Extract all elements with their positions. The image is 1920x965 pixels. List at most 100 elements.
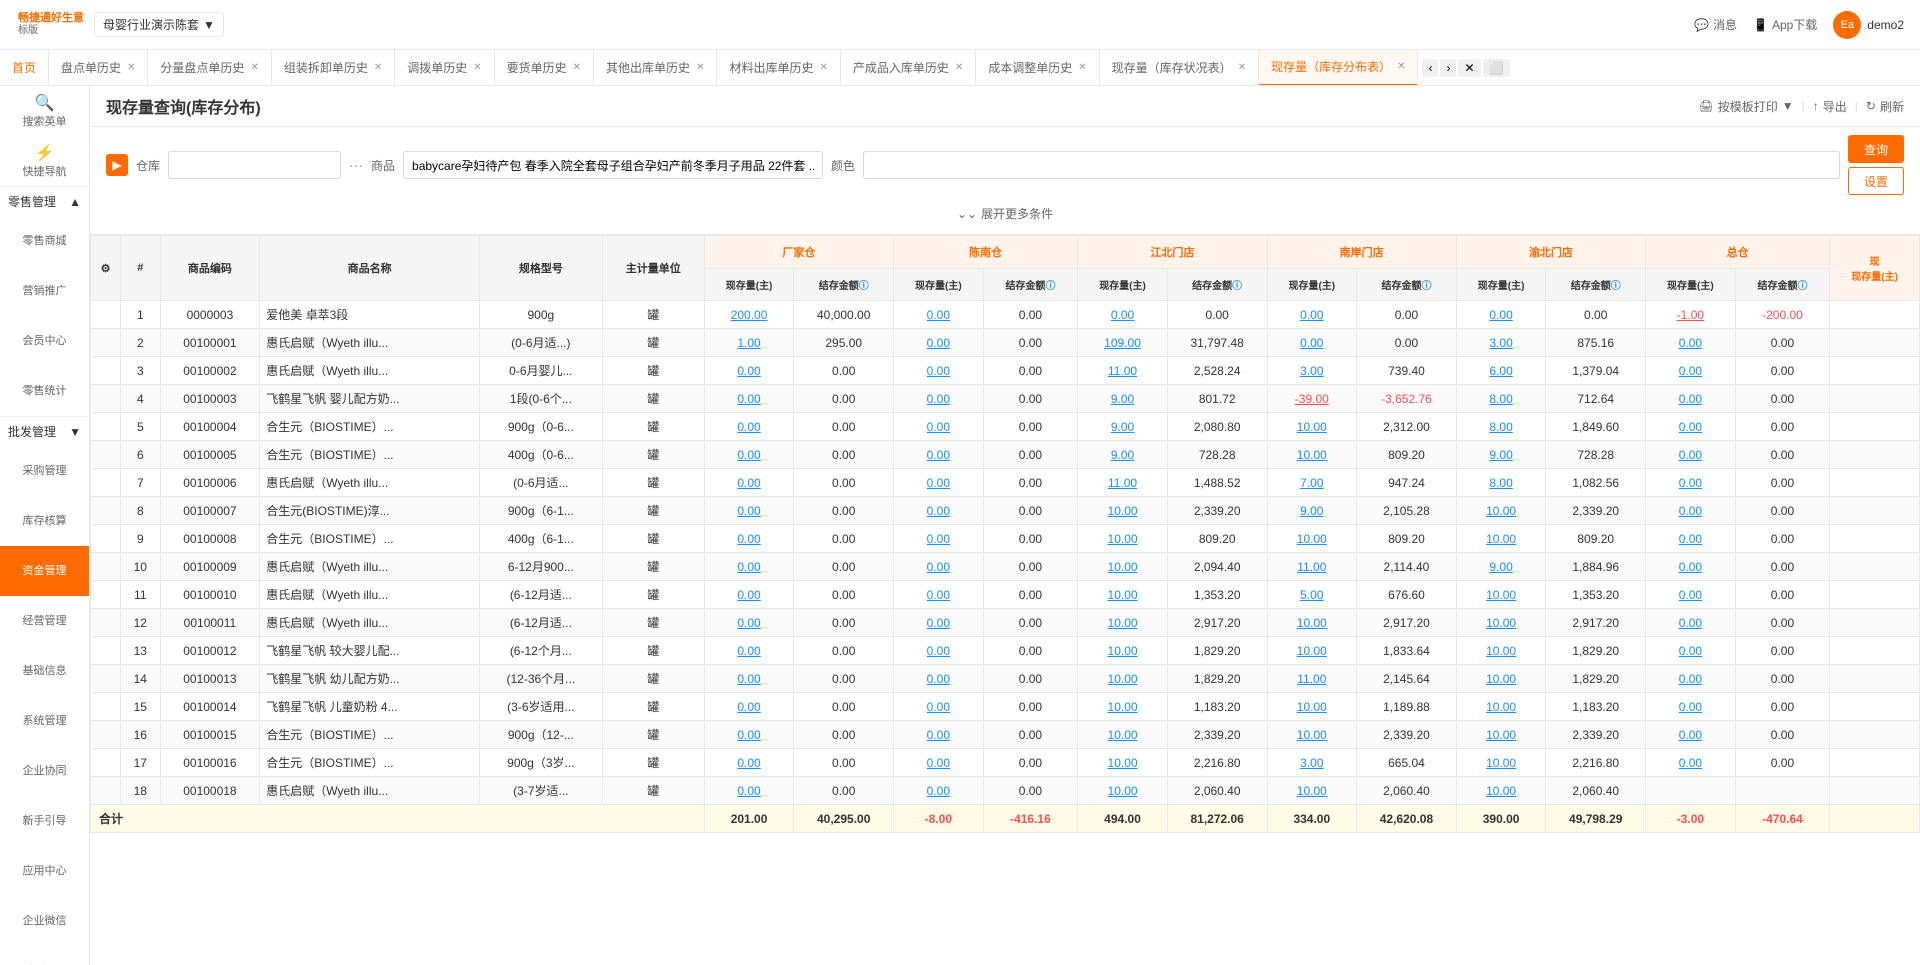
- row-settings[interactable]: [91, 329, 121, 357]
- tab-2[interactable]: 分量盘点单历史 ✕: [148, 50, 271, 86]
- row-settings[interactable]: [91, 497, 121, 525]
- row-yubei-qty[interactable]: 8.00: [1456, 385, 1546, 413]
- row-yubei-qty[interactable]: 10.00: [1456, 693, 1546, 721]
- row-yubei-qty[interactable]: 10.00: [1456, 609, 1546, 637]
- row-total-qty[interactable]: 0.00: [1646, 693, 1736, 721]
- expand-conditions-btn[interactable]: ⌄⌄ 展开更多条件: [957, 205, 1053, 222]
- row-jiangbei-qty[interactable]: 10.00: [1078, 721, 1168, 749]
- warehouse-input[interactable]: [168, 151, 341, 179]
- row-yubei-qty[interactable]: 10.00: [1456, 749, 1546, 777]
- sidebar-wholesale-header[interactable]: 批发管理 ▼: [0, 416, 89, 446]
- row-factory-qty[interactable]: 0.00: [704, 665, 794, 693]
- row-yubei-qty[interactable]: 10.00: [1456, 721, 1546, 749]
- row-total-qty[interactable]: -1.00: [1646, 301, 1736, 329]
- row-settings[interactable]: [91, 301, 121, 329]
- row-chennan-qty[interactable]: 0.00: [894, 609, 984, 637]
- row-factory-qty[interactable]: 0.00: [704, 609, 794, 637]
- row-yubei-qty[interactable]: 10.00: [1456, 525, 1546, 553]
- tab-4[interactable]: 调拨单历史 ✕: [395, 50, 494, 86]
- row-total-qty[interactable]: 0.00: [1646, 749, 1736, 777]
- export-btn[interactable]: ↑ 导出: [1813, 98, 1847, 115]
- row-total-qty[interactable]: 0.00: [1646, 609, 1736, 637]
- close-icon[interactable]: ✕: [696, 62, 704, 73]
- close-icon[interactable]: ✕: [374, 62, 382, 73]
- row-chennan-qty[interactable]: 0.00: [894, 581, 984, 609]
- row-chennan-qty[interactable]: 0.00: [894, 525, 984, 553]
- row-factory-qty[interactable]: 0.00: [704, 441, 794, 469]
- row-factory-qty[interactable]: 0.00: [704, 497, 794, 525]
- sidebar-item-purchase[interactable]: 库存核算: [0, 496, 89, 546]
- sidebar-item-system[interactable]: 企业协同: [0, 746, 89, 796]
- tab-5[interactable]: 要货单历史 ✕: [495, 50, 594, 86]
- row-total-qty[interactable]: 0.00: [1646, 553, 1736, 581]
- row-nanan-qty[interactable]: 3.00: [1267, 749, 1357, 777]
- tab-1[interactable]: 盘点单历史 ✕: [49, 50, 148, 86]
- row-chennan-qty[interactable]: 0.00: [894, 413, 984, 441]
- row-yubei-qty[interactable]: 8.00: [1456, 469, 1546, 497]
- row-nanan-qty[interactable]: 0.00: [1267, 301, 1357, 329]
- row-settings[interactable]: [91, 665, 121, 693]
- sidebar-item-retail-mall[interactable]: 零售商城: [0, 216, 89, 266]
- row-jiangbei-qty[interactable]: 10.00: [1078, 665, 1168, 693]
- sidebar-item-retail-stats[interactable]: 零售统计: [0, 366, 89, 416]
- tab-expand-btn[interactable]: ⬜: [1483, 59, 1510, 77]
- close-icon[interactable]: ✕: [819, 62, 827, 73]
- tab-7[interactable]: 材料出库单历史 ✕: [717, 50, 840, 86]
- query-button[interactable]: 查询: [1848, 135, 1904, 163]
- row-jiangbei-qty[interactable]: 9.00: [1078, 441, 1168, 469]
- row-settings[interactable]: [91, 441, 121, 469]
- tab-8[interactable]: 产成品入库单历史 ✕: [841, 50, 976, 86]
- row-settings[interactable]: [91, 581, 121, 609]
- row-factory-qty[interactable]: 0.00: [704, 721, 794, 749]
- row-jiangbei-qty[interactable]: 11.00: [1078, 357, 1168, 385]
- row-settings[interactable]: [91, 385, 121, 413]
- row-chennan-qty[interactable]: 0.00: [894, 329, 984, 357]
- info-icon[interactable]: ⓘ: [1045, 281, 1055, 292]
- row-factory-qty[interactable]: 200.00: [704, 301, 794, 329]
- row-yubei-qty[interactable]: 9.00: [1456, 441, 1546, 469]
- tab-6[interactable]: 其他出库单历史 ✕: [594, 50, 717, 86]
- info-icon[interactable]: ⓘ: [1611, 281, 1621, 292]
- close-icon[interactable]: ✕: [127, 62, 135, 73]
- row-total-qty[interactable]: 0.00: [1646, 721, 1736, 749]
- row-settings[interactable]: [91, 413, 121, 441]
- row-settings[interactable]: [91, 721, 121, 749]
- row-yubei-qty[interactable]: 3.00: [1456, 329, 1546, 357]
- row-total-qty[interactable]: 0.00: [1646, 441, 1736, 469]
- row-yubei-qty[interactable]: 9.00: [1456, 553, 1546, 581]
- row-total-qty[interactable]: 0.00: [1646, 581, 1736, 609]
- row-nanan-qty[interactable]: 9.00: [1267, 497, 1357, 525]
- print-btn[interactable]: 🖨 按模板打印 ▼: [1699, 98, 1794, 115]
- row-chennan-qty[interactable]: 0.00: [894, 637, 984, 665]
- sidebar-item-basic-info[interactable]: 系统管理: [0, 696, 89, 746]
- sidebar-item-operations[interactable]: 基础信息: [0, 646, 89, 696]
- row-nanan-qty[interactable]: 10.00: [1267, 609, 1357, 637]
- row-yubei-qty[interactable]: 10.00: [1456, 637, 1546, 665]
- row-settings[interactable]: [91, 693, 121, 721]
- row-yubei-qty[interactable]: 10.00: [1456, 777, 1546, 805]
- row-yubei-qty[interactable]: 0.00: [1456, 301, 1546, 329]
- sidebar-item-inventory[interactable]: 资金管理: [0, 546, 89, 596]
- row-yubei-qty[interactable]: 10.00: [1456, 581, 1546, 609]
- close-icon[interactable]: ✕: [250, 62, 258, 73]
- info-icon[interactable]: ⓘ: [1232, 281, 1242, 292]
- row-factory-qty[interactable]: 0.00: [704, 357, 794, 385]
- row-nanan-qty[interactable]: 0.00: [1267, 329, 1357, 357]
- row-total-qty[interactable]: 0.00: [1646, 665, 1736, 693]
- row-settings[interactable]: [91, 469, 121, 497]
- row-jiangbei-qty[interactable]: 10.00: [1078, 693, 1168, 721]
- close-icon[interactable]: ✕: [1078, 62, 1086, 73]
- row-nanan-qty[interactable]: 3.00: [1267, 357, 1357, 385]
- row-settings[interactable]: [91, 777, 121, 805]
- row-total-qty[interactable]: [1646, 777, 1736, 805]
- row-chennan-qty[interactable]: 0.00: [894, 693, 984, 721]
- sidebar-item-app-center[interactable]: 企业微信: [0, 896, 89, 946]
- sidebar-item-finance[interactable]: 经营管理: [0, 596, 89, 646]
- row-total-qty[interactable]: 0.00: [1646, 357, 1736, 385]
- row-nanan-qty[interactable]: 10.00: [1267, 413, 1357, 441]
- row-nanan-qty[interactable]: 10.00: [1267, 777, 1357, 805]
- row-nanan-qty[interactable]: 11.00: [1267, 553, 1357, 581]
- nav-select[interactable]: 母婴行业演示陈套 ▼: [94, 12, 224, 37]
- row-total-qty[interactable]: 0.00: [1646, 385, 1736, 413]
- row-chennan-qty[interactable]: 0.00: [894, 721, 984, 749]
